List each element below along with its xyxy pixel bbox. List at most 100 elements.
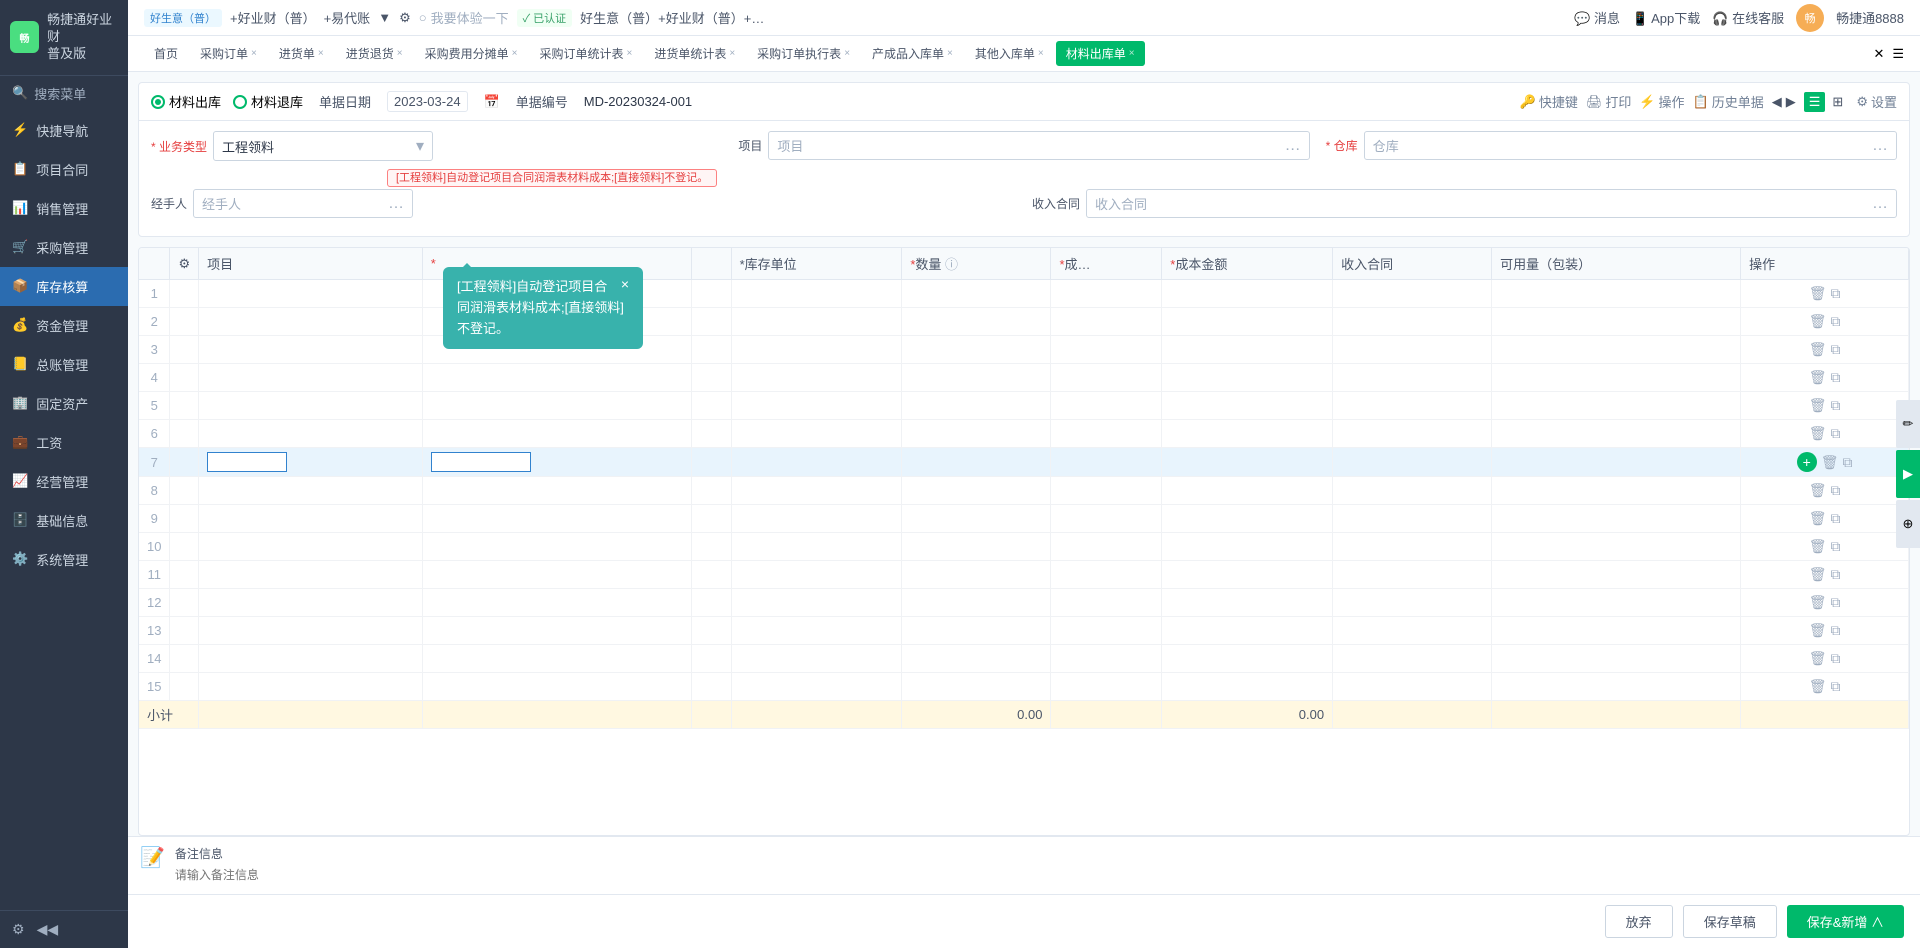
- sidebar-item-assets[interactable]: 🏢 固定资产: [0, 384, 128, 423]
- view-list-btn[interactable]: ☰: [1804, 92, 1826, 112]
- row-spec-5[interactable]: [692, 392, 731, 420]
- tab-close-goods-receipt[interactable]: ×: [318, 48, 324, 59]
- notes-input[interactable]: [175, 864, 330, 886]
- calendar-icon[interactable]: 📅: [484, 94, 500, 110]
- print-btn[interactable]: 🖨 打印: [1586, 92, 1632, 111]
- copy-row-btn-4[interactable]: ⧉: [1830, 369, 1840, 386]
- row-available-8[interactable]: [1492, 477, 1741, 505]
- row-income-contract-4[interactable]: [1333, 364, 1492, 392]
- row-warehouse-unit-11[interactable]: [731, 561, 902, 589]
- row-income-contract-10[interactable]: [1333, 533, 1492, 561]
- delete-row-btn-9[interactable]: 🗑: [1809, 510, 1827, 527]
- collapse-icon[interactable]: ◀◀: [37, 921, 59, 938]
- row-cost-amount-1[interactable]: [1162, 280, 1333, 308]
- handler-input[interactable]: 经手人 …: [193, 189, 413, 218]
- delete-row-btn-8[interactable]: 🗑: [1809, 482, 1827, 499]
- row-available-15[interactable]: [1492, 673, 1741, 701]
- row-quantity-15[interactable]: [902, 673, 1051, 701]
- row-project-3[interactable]: [199, 336, 423, 364]
- row-project-13[interactable]: [199, 617, 423, 645]
- tab-purchase-stats[interactable]: 采购订单统计表 ×: [529, 41, 642, 66]
- row-available-4[interactable]: [1492, 364, 1741, 392]
- row-cost-11[interactable]: [1051, 561, 1162, 589]
- row-cost-amount-13[interactable]: [1162, 617, 1333, 645]
- tab-close-product-in[interactable]: ×: [947, 48, 953, 59]
- delete-row-btn-7[interactable]: 🗑: [1821, 454, 1839, 471]
- row-warehouse-unit-3[interactable]: [731, 336, 902, 364]
- settings-bottom-icon[interactable]: ⚙: [12, 921, 25, 938]
- tab-purchase-order[interactable]: 采购订单 ×: [190, 41, 267, 66]
- row-cost-10[interactable]: [1051, 533, 1162, 561]
- radio-material-out[interactable]: 材料出库: [151, 92, 221, 111]
- next-btn[interactable]: ▶: [1786, 94, 1796, 110]
- income-contract-dots[interactable]: …: [1872, 195, 1888, 213]
- warehouse-input[interactable]: 仓库 …: [1364, 131, 1897, 160]
- copy-row-btn-2[interactable]: ⧉: [1830, 313, 1840, 330]
- row-project-1[interactable]: [199, 280, 423, 308]
- row-quantity-2[interactable]: [902, 308, 1051, 336]
- row-cost-4[interactable]: [1051, 364, 1162, 392]
- row-warehouse-unit-12[interactable]: [731, 589, 902, 617]
- row-cost-14[interactable]: [1051, 645, 1162, 673]
- save-draft-button[interactable]: 保存草稿: [1683, 905, 1777, 938]
- row-income-contract-6[interactable]: [1333, 420, 1492, 448]
- row-material-9[interactable]: [422, 505, 692, 533]
- tab-goods-stats[interactable]: 进货单统计表 ×: [644, 41, 745, 66]
- row-quantity-4[interactable]: [902, 364, 1051, 392]
- history-btn[interactable]: 📋 历史单据: [1693, 92, 1764, 111]
- right-mini-btn-mid[interactable]: ▶: [1896, 450, 1920, 498]
- add-row-btn[interactable]: +: [1797, 452, 1817, 472]
- row-cost-amount-12[interactable]: [1162, 589, 1333, 617]
- user-avatar[interactable]: 畅: [1796, 4, 1824, 32]
- row-project-12[interactable]: [199, 589, 423, 617]
- tab-material-out[interactable]: 材料出库单 ×: [1056, 41, 1145, 66]
- copy-row-btn-13[interactable]: ⧉: [1830, 622, 1840, 639]
- sidebar-item-quick-nav[interactable]: ⚡ 快捷导航: [0, 111, 128, 150]
- more-tabs-icon[interactable]: ☰: [1892, 46, 1904, 62]
- row-quantity-11[interactable]: [902, 561, 1051, 589]
- copy-row-btn-8[interactable]: ⧉: [1830, 482, 1840, 499]
- row-cost-3[interactable]: [1051, 336, 1162, 364]
- tab-close-purchase-stats[interactable]: ×: [626, 48, 632, 59]
- row-income-contract-1[interactable]: [1333, 280, 1492, 308]
- delete-row-btn-15[interactable]: 🗑: [1809, 678, 1827, 695]
- row-warehouse-unit-6[interactable]: [731, 420, 902, 448]
- row-warehouse-unit-10[interactable]: [731, 533, 902, 561]
- row-project-15[interactable]: [199, 673, 423, 701]
- tab-close-goods-return[interactable]: ×: [397, 48, 403, 59]
- row-material-13[interactable]: [422, 617, 692, 645]
- sidebar-item-finance[interactable]: 💰 资金管理: [0, 306, 128, 345]
- row-available-10[interactable]: [1492, 533, 1741, 561]
- copy-row-btn-12[interactable]: ⧉: [1830, 594, 1840, 611]
- quick-key-btn[interactable]: 🔑 快捷键: [1520, 92, 1578, 111]
- copy-row-btn-10[interactable]: ⧉: [1830, 538, 1840, 555]
- business-type-dropdown[interactable]: ▾: [416, 136, 424, 156]
- row-warehouse-unit-9[interactable]: [731, 505, 902, 533]
- tab-close-goods-stats[interactable]: ×: [729, 48, 735, 59]
- experience-btn[interactable]: ○ 我要体验一下: [419, 8, 509, 27]
- date-value[interactable]: 2023-03-24: [387, 91, 468, 112]
- row-warehouse-unit-8[interactable]: [731, 477, 902, 505]
- delete-row-btn-4[interactable]: 🗑: [1809, 369, 1827, 386]
- row-project-4[interactable]: [199, 364, 423, 392]
- row-available-1[interactable]: [1492, 280, 1741, 308]
- row-cost-6[interactable]: [1051, 420, 1162, 448]
- row-available-13[interactable]: [1492, 617, 1741, 645]
- copy-row-btn-6[interactable]: ⧉: [1830, 425, 1840, 442]
- row-spec-9[interactable]: [692, 505, 731, 533]
- tab-close-purchase-order[interactable]: ×: [251, 48, 257, 59]
- delete-row-btn-13[interactable]: 🗑: [1809, 622, 1827, 639]
- copy-row-btn-9[interactable]: ⧉: [1830, 510, 1840, 527]
- row-quantity-8[interactable]: [902, 477, 1051, 505]
- row-available-14[interactable]: [1492, 645, 1741, 673]
- row-income-contract-11[interactable]: [1333, 561, 1492, 589]
- tab-close-purchase-exec[interactable]: ×: [844, 48, 850, 59]
- save-new-button[interactable]: 保存&新增 ∧: [1787, 905, 1904, 938]
- row-cost-7[interactable]: [1051, 448, 1162, 477]
- row-spec-13[interactable]: [692, 617, 731, 645]
- business-type-input[interactable]: 工程领料 ▾: [213, 131, 433, 161]
- row-project-14[interactable]: [199, 645, 423, 673]
- row-project-11[interactable]: [199, 561, 423, 589]
- online-service-btn[interactable]: 🎧 在线客服: [1712, 8, 1784, 27]
- tab-close-other-in[interactable]: ×: [1038, 48, 1044, 59]
